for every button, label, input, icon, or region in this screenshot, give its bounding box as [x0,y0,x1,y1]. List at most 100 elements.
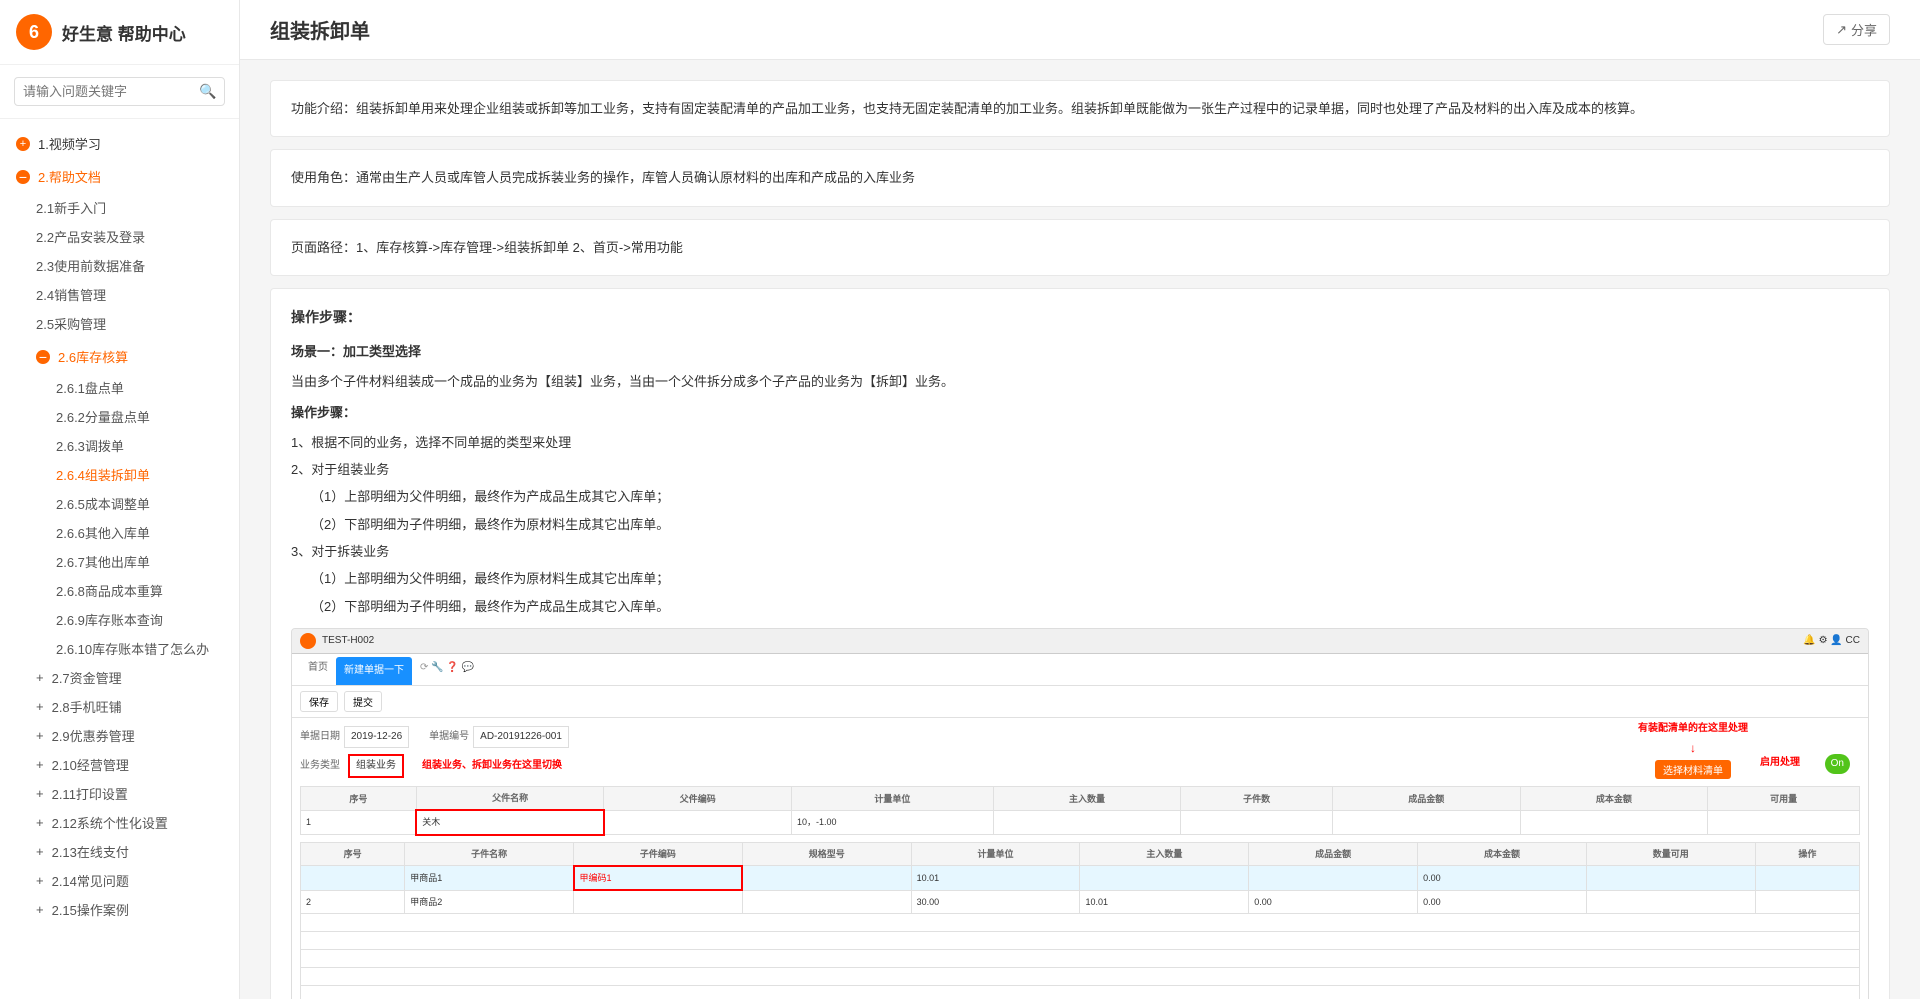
ss-td-parent-name: 关木 [416,810,604,834]
ss-top-table: 序号 父件名称 父件编码 计量单位 主入数量 子件数 成品金额 成本金额 可用量 [300,786,1860,835]
search-input[interactable] [23,84,199,99]
scene1-steps-title: 操作步骤： [291,401,1869,424]
sidebar-item-label: 1.视频学习 [38,134,101,153]
ss-type-row: 业务类型 组装业务 组装业务、拆卸业务在这里切换 启用处理 On [300,754,1860,778]
share-button[interactable]: ↗ 分享 [1823,14,1890,45]
search-icon[interactable]: 🔍 [199,83,216,100]
ss-date-label: 单据日期 [300,728,340,746]
minus-icon-inventory: − [36,350,50,364]
sidebar-item-finance[interactable]: +2.7资金管理 [36,663,239,692]
ss-btn-save[interactable]: 保存 [300,691,338,712]
ss-btd-2-camt: 0.00 [1418,890,1587,913]
sidebar-item-data-prep[interactable]: 2.3使用前数据准备 [36,251,239,280]
sidebar-item-video[interactable]: + 1.视频学习 [0,127,239,160]
sidebar-item-ledger-query[interactable]: 2.6.9库存账本查询 [56,605,239,634]
intro-card: 功能介绍：组装拆卸单用来处理企业组装或拆卸等加工业务，支持有固定装配清单的产品加… [270,80,1890,137]
sidebar-item-cost-adjust[interactable]: 2.6.5成本调整单 [56,489,239,518]
ss-td-main-qty [993,810,1181,834]
step-1: 1、根据不同的业务，选择不同单据的类型来处理 [291,431,1869,454]
sidebar-item-cost-recalc[interactable]: 2.6.8商品成本重算 [56,576,239,605]
ss-btd-1-pamt [1249,866,1418,890]
screenshot: TEST-H002 🔔 ⚙ 👤 CC 首页 新建单据一下 ⟳ 🔧 ❓ 💬 保存 … [291,628,1869,999]
ss-bottom-row-1: 甲商品1 甲编码1 10.01 0.00 [301,866,1860,890]
ss-th-parent-code: 父件编码 [604,787,792,811]
sidebar-item-newbie[interactable]: 2.1新手入门 [36,193,239,222]
sidebar-item-mobile[interactable]: +2.8手机旺铺 [36,692,239,721]
ss-btd-1-camt: 0.00 [1418,866,1587,890]
ss-date-field: 单据日期 2019-12-26 [300,726,409,748]
sidebar-item-payment[interactable]: +2.13在线支付 [36,837,239,866]
ss-btd-2-unit: 30.00 [911,890,1080,913]
ss-btn-submit[interactable]: 提交 [344,691,382,712]
sidebar-item-operations[interactable]: +2.10经营管理 [36,750,239,779]
ss-bth-seq: 序号 [301,842,405,866]
step-3-1: （1）上部明细为父件明细，最终作为原材料生成其它出库单； [291,567,1869,590]
ss-btd-1-seq [301,866,405,890]
plus-icon-finance: + [36,670,44,685]
step-2-1: （1）上部明细为父件明细，最终作为产成品生成其它入库单； [291,485,1869,508]
ss-bth-unit: 计量单位 [911,842,1080,866]
sidebar-item-transfer[interactable]: 2.6.3调拨单 [56,431,239,460]
ss-bottom-table-area: 无固定清单可以随便在这里录入 序号 子件名称 子件编码 规格型号 计量单位 [300,842,1860,999]
sidebar-item-part-stocktake[interactable]: 2.6.2分量盘点单 [56,402,239,431]
ss-th-product-amt: 成品金额 [1333,787,1521,811]
ss-toolbar: 保存 提交 [292,686,1868,718]
sidebar-item-coupon[interactable]: +2.9优惠券管理 [36,721,239,750]
ss-btd-1-name: 甲商品1 [405,866,574,890]
sidebar-item-print[interactable]: +2.11打印设置 [36,779,239,808]
sidebar-item-label: 2.6库存核算 [58,347,128,366]
sidebar-item-personalize[interactable]: +2.12系统个性化设置 [36,808,239,837]
ss-btd-1-op [1755,866,1859,890]
ss-on-label[interactable]: On [1825,754,1850,774]
content-area: 功能介绍：组装拆卸单用来处理企业组装或拆卸等加工业务，支持有固定装配清单的产品加… [240,60,1920,999]
sidebar-item-assembly[interactable]: 2.6.4组装拆卸单 [56,460,239,489]
nav-group-video: + 1.视频学习 [0,127,239,160]
ss-td-seq: 1 [301,810,417,834]
main-header: 组装拆卸单 ↗ 分享 [240,0,1920,60]
ss-bth-sub-code: 子件编码 [574,842,743,866]
ss-bth-sub-name: 子件名称 [405,842,574,866]
share-label: 分享 [1851,20,1877,39]
breadcrumb-text: 页面路径：1、库存核算->库存管理->组装拆卸单 2、首页->常用功能 [291,240,683,255]
sidebar-item-ledger-error[interactable]: 2.6.10库存账本错了怎么办 [56,634,239,663]
ss-bth-spec: 规格型号 [742,842,911,866]
ss-chrome-bar: TEST-H002 🔔 ⚙ 👤 CC [292,629,1868,654]
sidebar-item-inventory[interactable]: − 2.6库存核算 [36,340,239,373]
ss-btd-1-qty [1080,866,1249,890]
sidebar-item-faq[interactable]: +2.14常见问题 [36,866,239,895]
sidebar-item-sales[interactable]: 2.4销售管理 [36,280,239,309]
ss-form-area: 单据日期 2019-12-26 单据编号 AD-20191226-001 有装配… [292,718,1868,999]
sidebar-item-docs[interactable]: − 2.帮助文档 [0,160,239,193]
ss-th-cost-amt: 成本金额 [1520,787,1708,811]
nav-sub-docs: 2.1新手入门 2.2产品安装及登录 2.3使用前数据准备 2.4销售管理 2.… [0,193,239,924]
ss-num-field: 单据编号 AD-20191226-001 [429,726,569,748]
sidebar-item-purchase[interactable]: 2.5采购管理 [36,309,239,338]
ss-td-sub-count [1181,810,1333,834]
sidebar-item-cases[interactable]: +2.15操作案例 [36,895,239,924]
ss-th-main-qty: 主入数量 [993,787,1181,811]
ss-bth-avail-qty: 数量可用 [1586,842,1755,866]
ss-bth-main-qty: 主入数量 [1080,842,1249,866]
logo-area: 6 好生意 帮助中心 [0,0,239,65]
ss-btd-2-pamt: 0.00 [1249,890,1418,913]
ss-tab-new[interactable]: 新建单据一下 [336,657,412,685]
sidebar-item-install[interactable]: 2.2产品安装及登录 [36,222,239,251]
scene1-section: 场景一：加工类型选择 当由多个子件材料组装成一个成品的业务为【组装】业务，当由一… [291,340,1869,999]
ss-top-table-row: 1 关木 10，-1.00 [301,810,1860,834]
nav-sub-inventory: 2.6.1盘点单 2.6.2分量盘点单 2.6.3调拨单 2.6.4组装拆卸单 … [36,373,239,663]
search-box: 🔍 [14,77,225,106]
plus-icon-print: + [36,786,44,801]
ss-date-val: 2019-12-26 [344,726,409,748]
sidebar-item-other-in[interactable]: 2.6.6其他入库单 [56,518,239,547]
ss-bottom-row-7 [301,985,1860,999]
breadcrumb-card: 页面路径：1、库存核算->库存管理->组装拆卸单 2、首页->常用功能 [270,219,1890,276]
ss-bth-product-amt: 成品金额 [1249,842,1418,866]
sidebar: 6 好生意 帮助中心 🔍 + 1.视频学习 − 2.帮助文档 2.1新手入门 2… [0,0,240,999]
ss-icon-refresh[interactable]: ⟳ 🔧 ❓ 💬 [412,654,482,685]
sidebar-item-stocktake[interactable]: 2.6.1盘点单 [56,373,239,402]
sidebar-item-other-out[interactable]: 2.6.7其他出库单 [56,547,239,576]
plus-icon-payment: + [36,844,44,859]
ss-logo-icon [300,633,316,649]
ss-tab-home[interactable]: 首页 [300,654,336,685]
ss-btd-2-qty: 10.01 [1080,890,1249,913]
